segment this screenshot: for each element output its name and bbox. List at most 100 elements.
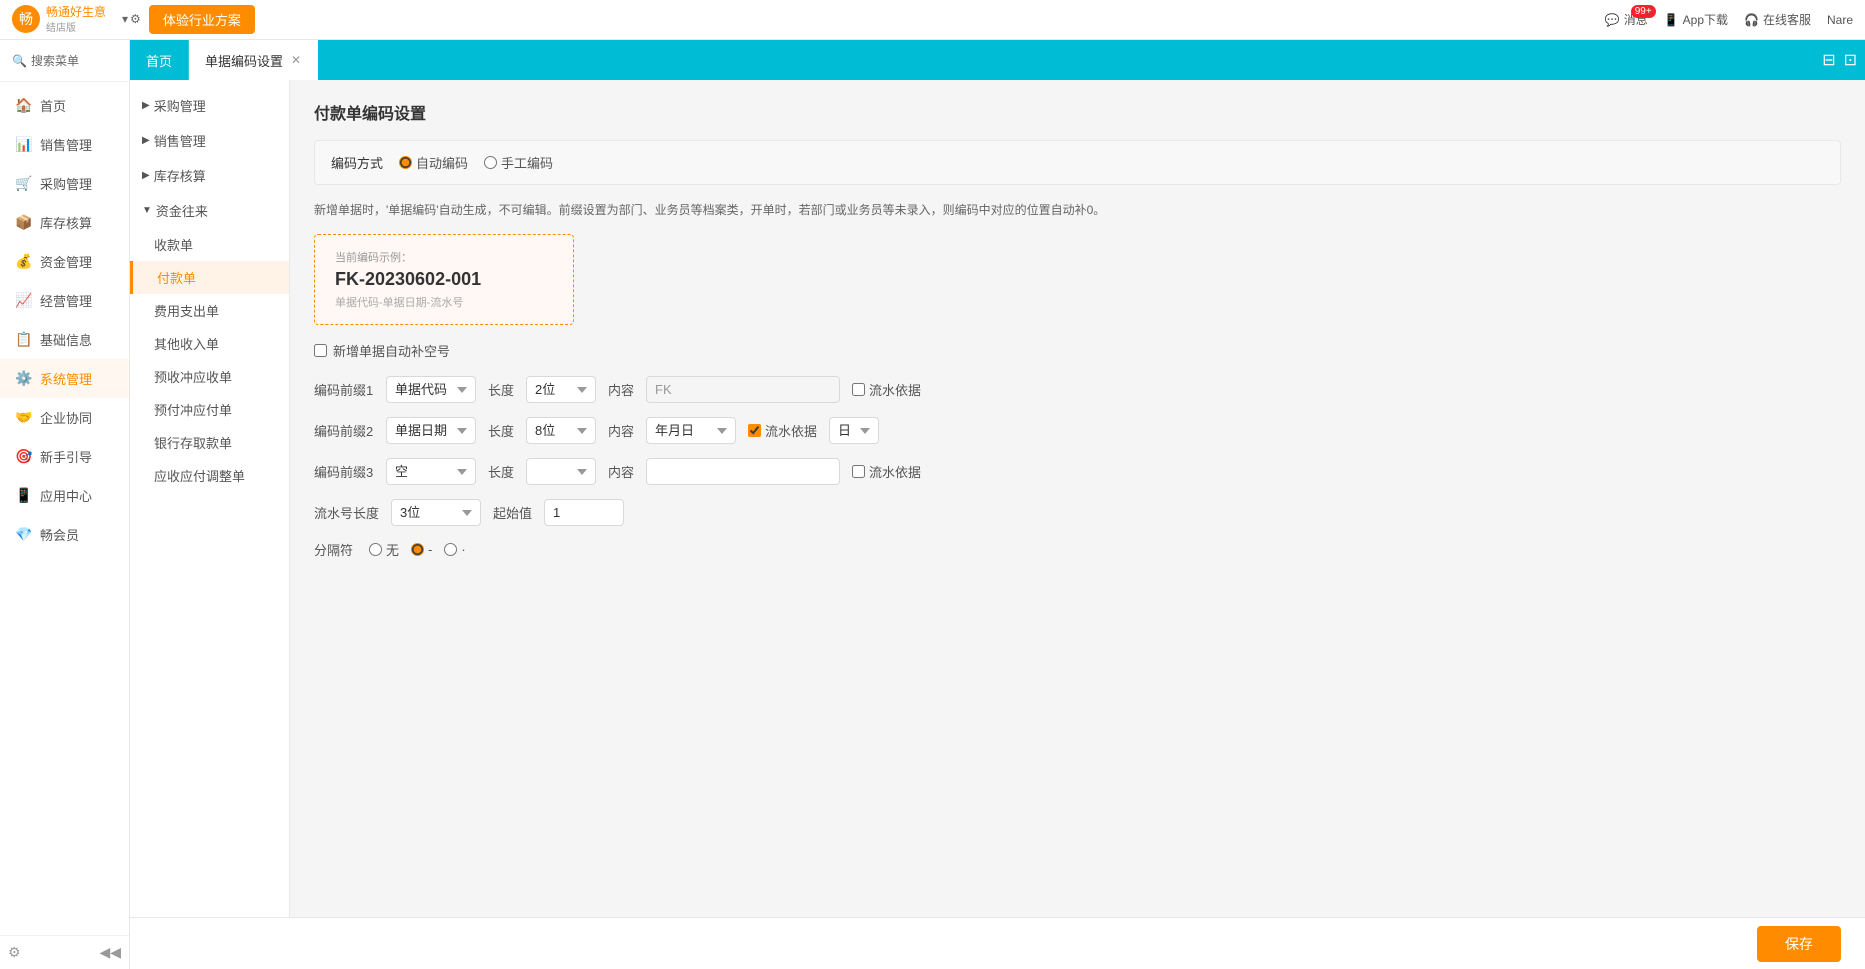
manual-encode-option[interactable]: 手工编码 (484, 153, 553, 172)
operation-icon: 📈 (16, 293, 32, 309)
serial-checkbox-2[interactable] (748, 424, 761, 437)
content-input-3[interactable] (646, 458, 840, 485)
sub-nav-ap-adjust[interactable]: 应收应付调整单 (130, 459, 289, 492)
info-text: 新增单据时，'单据编码'自动生成，不可编辑。前缀设置为部门、业务员等档案类，开单… (314, 201, 1841, 220)
content-select-2[interactable]: 年月日 (646, 417, 736, 444)
auto-encode-label: 自动编码 (416, 153, 468, 172)
length-select-3[interactable] (526, 458, 596, 485)
logo-text: 畅通好生意 (46, 5, 106, 19)
manual-encode-radio[interactable] (484, 156, 497, 169)
length-select-2[interactable]: 8位 (526, 417, 596, 444)
sub-nav-receipts[interactable]: 收款单 (130, 228, 289, 261)
logo-text-block: 畅通好生意 结店版 (46, 5, 106, 34)
main-layout: 🔍 搜索菜单 🏠 首页 📊 销售管理 🛒 采购管理 📦 库存核算 💰 (0, 40, 1865, 969)
sidebar-item-vip[interactable]: 💎 畅会员 (0, 515, 129, 554)
sep-none-radio[interactable] (369, 543, 382, 556)
sidebar-item-finance[interactable]: 💰 资金管理 (0, 242, 129, 281)
sep-dot-radio[interactable] (411, 543, 424, 556)
sub-nav-funds-items: 收款单 付款单 费用支出单 其他收入单 预收冲应收单 预付冲应付单 银行存取款单… (130, 228, 289, 492)
tab-home-label: 首页 (146, 51, 172, 70)
prefix-select-1[interactable]: 单据代码 (386, 376, 476, 403)
sub-group-sales: ▶ 销售管理 (130, 123, 289, 158)
length-select-1[interactable]: 2位 (526, 376, 596, 403)
sidebar-item-finance-label: 资金管理 (40, 252, 92, 271)
sub-nav-bank-deposit[interactable]: 银行存取款单 (130, 426, 289, 459)
tabbar-maximize-button[interactable]: ⊡ (1844, 50, 1857, 70)
tab-code-setting[interactable]: 单据编码设置 ✕ (189, 40, 318, 80)
prefix-select-3[interactable]: 空 (386, 458, 476, 485)
sidebar-item-cooperation[interactable]: 🤝 企业协同 (0, 398, 129, 437)
tabbar-minimize-button[interactable]: ⊟ (1822, 50, 1835, 70)
sidebar-item-newguide[interactable]: 🎯 新手引导 (0, 437, 129, 476)
sep-dot2-option[interactable]: · (444, 542, 465, 557)
online-service-label: 在线客服 (1763, 11, 1811, 28)
sub-group-sales-header[interactable]: ▶ 销售管理 (130, 123, 289, 158)
sidebar-item-operation-label: 经营管理 (40, 291, 92, 310)
sidebar-item-operation[interactable]: 📈 经营管理 (0, 281, 129, 320)
message-badge: 99+ (1631, 5, 1656, 18)
sub-group-purchase-header[interactable]: ▶ 采购管理 (130, 88, 289, 123)
sidebar: 🔍 搜索菜单 🏠 首页 📊 销售管理 🛒 采购管理 📦 库存核算 💰 (0, 40, 130, 969)
online-service-item[interactable]: 🎧 在线客服 (1744, 11, 1811, 28)
serial-unit-select-2[interactable]: 日 (829, 417, 879, 444)
serial-checkbox-3[interactable] (852, 465, 865, 478)
logo: 畅 畅通好生意 结店版 (12, 5, 106, 34)
serial-length-row: 流水号长度 3位 起始值 (314, 499, 1841, 526)
user-name: Nare (1827, 13, 1853, 27)
serial-length-select[interactable]: 3位 (391, 499, 481, 526)
manual-encode-label: 手工编码 (501, 153, 553, 172)
tab-home[interactable]: 首页 (130, 40, 189, 80)
start-value-label: 起始值 (493, 503, 532, 522)
auto-encode-option[interactable]: 自动编码 (399, 153, 468, 172)
tab-close-icon[interactable]: ✕ (291, 53, 301, 67)
message-item[interactable]: 💬 消息 99+ (1605, 11, 1648, 28)
settings-bottom-icon[interactable]: ⚙ (8, 944, 21, 961)
cooperation-icon: 🤝 (16, 410, 32, 426)
sidebar-item-system[interactable]: ⚙️ 系统管理 (0, 359, 129, 398)
page-content: ▶ 采购管理 ▶ 销售管理 ▶ 库存核算 (130, 80, 1865, 917)
sidebar-item-inventory[interactable]: 📦 库存核算 (0, 203, 129, 242)
trial-button[interactable]: 体验行业方案 (149, 5, 255, 34)
finance-icon: 💰 (16, 254, 32, 270)
sub-nav-payment[interactable]: 付款单 (130, 261, 289, 294)
sidebar-item-purchase[interactable]: 🛒 采购管理 (0, 164, 129, 203)
sub-nav-pre-payable[interactable]: 预付冲应付单 (130, 393, 289, 426)
basic-icon: 📋 (16, 332, 32, 348)
sidebar-item-home[interactable]: 🏠 首页 (0, 86, 129, 125)
sidebar-item-sales[interactable]: 📊 销售管理 (0, 125, 129, 164)
sidebar-item-appcenter[interactable]: 📱 应用中心 (0, 476, 129, 515)
user-item[interactable]: Nare (1827, 13, 1853, 27)
sep-dot-option[interactable]: - (411, 542, 432, 557)
sub-group-funds-header[interactable]: ▼ 资金往来 (130, 193, 289, 228)
save-button[interactable]: 保存 (1757, 926, 1841, 962)
content-area: 首页 单据编码设置 ✕ ⊟ ⊡ ▶ 采购管理 (130, 40, 1865, 969)
sidebar-search-area: 🔍 搜索菜单 (0, 40, 129, 82)
sub-group-funds-label: 资金往来 (156, 201, 208, 220)
serial-label-2: 流水依据 (765, 421, 817, 440)
code-preview-hint: 单据代码-单据日期-流水号 (335, 294, 553, 310)
sep-dot2-radio[interactable] (444, 543, 457, 556)
tab-code-setting-label: 单据编码设置 (205, 51, 283, 70)
sub-group-inventory: ▶ 库存核算 (130, 158, 289, 193)
sub-group-inventory-header[interactable]: ▶ 库存核算 (130, 158, 289, 193)
collapse-icon[interactable]: ◀◀ (99, 944, 121, 961)
auto-encode-radio[interactable] (399, 156, 412, 169)
sub-nav-other-income[interactable]: 其他收入单 (130, 327, 289, 360)
gear-icon[interactable]: ⚙ (130, 12, 141, 26)
app-download-item[interactable]: 📱 App下载 (1664, 11, 1728, 28)
prefix-select-2[interactable]: 单据日期 (386, 417, 476, 444)
auto-fill-row: 新增单据自动补空号 (314, 341, 1841, 360)
serial-label-3: 流水依据 (869, 462, 921, 481)
sep-none-option[interactable]: 无 (369, 540, 399, 559)
auto-fill-checkbox[interactable] (314, 344, 327, 357)
chevron-right-icon-2: ▶ (142, 135, 150, 146)
search-menu[interactable]: 🔍 搜索菜单 (8, 48, 121, 73)
sidebar-bottom: ⚙ ◀◀ (0, 935, 129, 969)
start-value-input[interactable] (544, 499, 624, 526)
sidebar-item-basic[interactable]: 📋 基础信息 (0, 320, 129, 359)
code-preview-value: FK-20230602-001 (335, 269, 553, 290)
nav-dropdown[interactable]: ▾ ⚙ (122, 12, 141, 26)
sub-nav-pre-receivable[interactable]: 预收冲应收单 (130, 360, 289, 393)
sub-nav-expense[interactable]: 费用支出单 (130, 294, 289, 327)
serial-checkbox-1[interactable] (852, 383, 865, 396)
